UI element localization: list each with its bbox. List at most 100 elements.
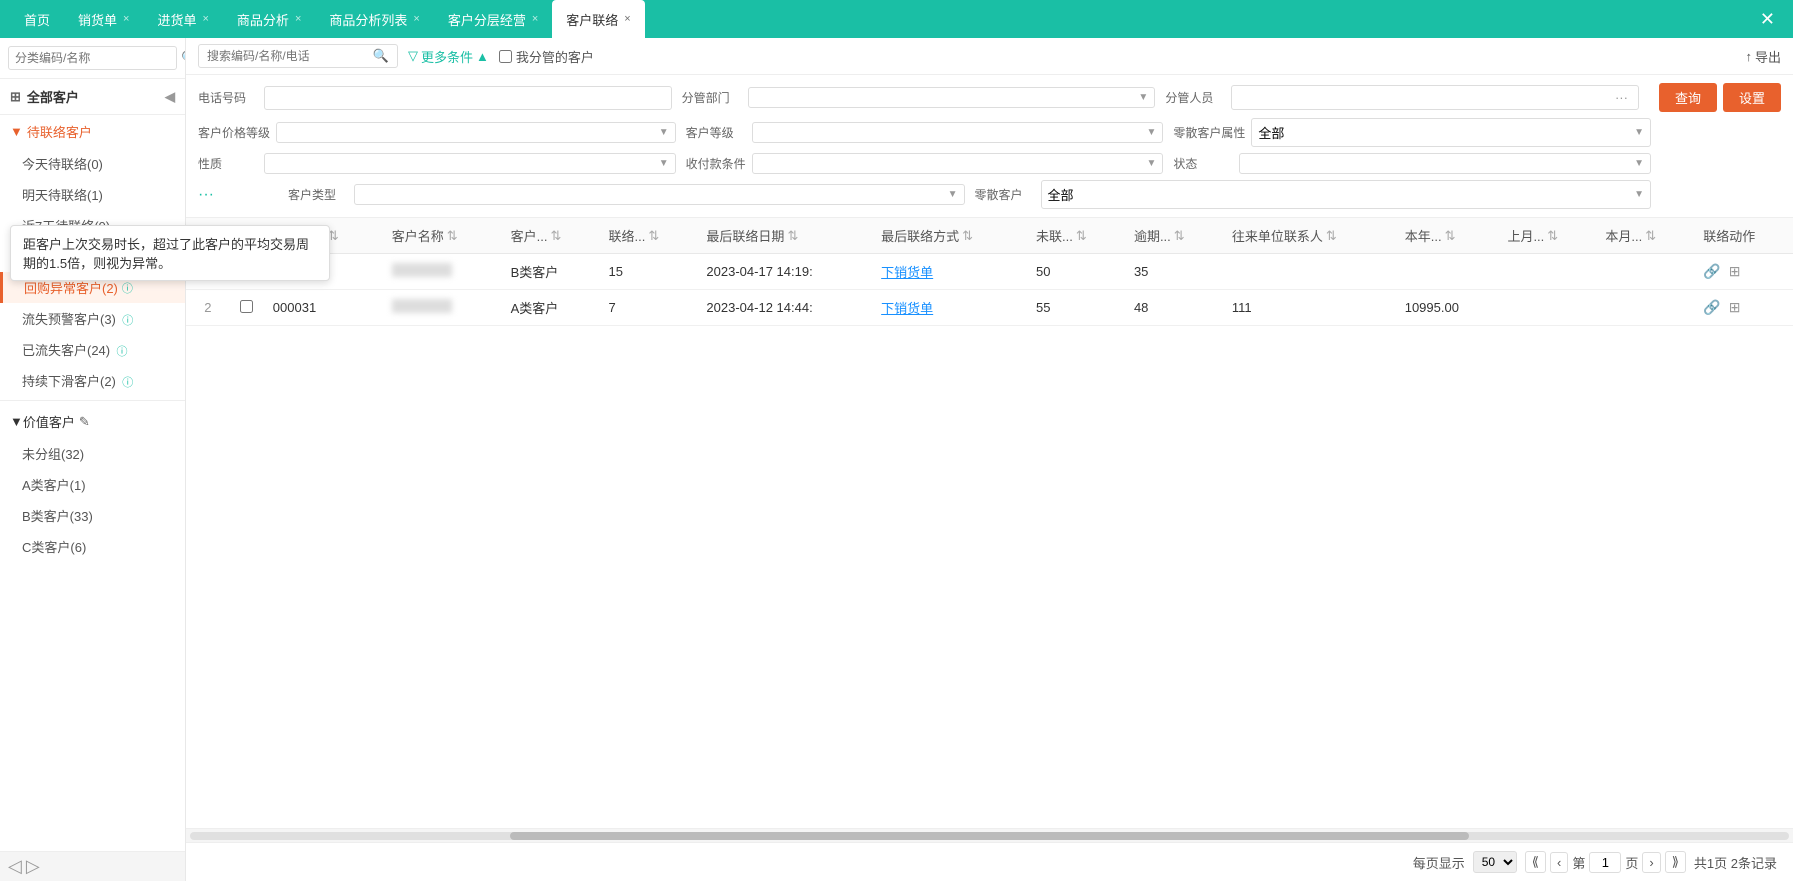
page-number-input[interactable] [1589,852,1621,873]
sidebar-scroll-right[interactable]: ▷ [26,856,40,877]
sidebar-item-today-pending[interactable]: 今天待联络(0) [0,148,185,179]
sidebar-pending-group[interactable]: ▼ 待联络客户 [0,115,185,148]
first-page-button[interactable]: ⟪ [1525,851,1546,873]
value-group-edit-icon[interactable]: ✎ [79,414,90,430]
row-2-link-icon[interactable]: 🔗 [1703,299,1720,316]
nature-select[interactable]: ▼ [264,153,676,174]
lost-warning-info-icon: ⓘ [122,315,133,327]
row-1-link-icon[interactable]: 🔗 [1703,263,1720,280]
nav-product-analysis-close[interactable]: × [295,13,301,25]
prev-page-button[interactable]: ‹ [1550,852,1568,873]
per-page-select[interactable]: 50 [1473,851,1517,873]
sidebar-all-customers-header[interactable]: ⊞ 全部客户 ◀ [0,79,185,115]
sidebar: 🔍 ⊞ 全部客户 ◀ ▼ 待联络客户 今天待联络(0) 明天待联络(1) 近7天… [0,38,186,881]
horizontal-scrollbar[interactable] [186,828,1793,842]
search-box-icon[interactable]: 🔍 [373,48,389,64]
nav-product-analysis-list-close[interactable]: × [413,13,419,25]
sidebar-scroll-left[interactable]: ◁ [8,856,22,877]
next-page-button[interactable]: › [1642,852,1660,873]
query-button[interactable]: 查询 [1659,83,1717,112]
row-method-link-2[interactable]: 下销货单 [881,301,933,316]
row-1-grid-icon[interactable]: ⊞ [1729,263,1741,280]
sidebar-item-a-class[interactable]: A类客户(1) [0,469,185,500]
contact-person-sort-icon[interactable]: ⇅ [1326,228,1337,244]
action-buttons: 查询 设置 [1659,83,1781,112]
col-overdue: 逾期... ⇅ [1124,218,1222,254]
status-select[interactable]: ▼ [1239,153,1651,174]
row-method-1[interactable]: 下销货单 [871,254,1026,290]
export-button[interactable]: ↑ 导出 [1745,47,1781,66]
window-close-button[interactable]: ✕ [1752,9,1783,30]
price-level-label: 客户价格等级 [198,124,270,141]
person-select[interactable]: ··· [1231,85,1639,110]
sidebar-value-group-header[interactable]: ▼ 价值客户 ✎ [0,405,185,438]
customer-level-select[interactable]: ▼ [752,122,1164,143]
nav-customer-segment[interactable]: 客户分层经营 × [434,0,552,38]
contact-sort-icon[interactable]: ⇅ [648,228,659,244]
retail-attr-chevron-icon: ▼ [1634,127,1644,138]
name-sort-icon[interactable]: ⇅ [447,228,458,244]
nav-sales-order-close[interactable]: × [123,13,129,25]
nav-home[interactable]: 首页 [10,0,64,38]
overdue-sort-icon[interactable]: ⇅ [1174,228,1185,244]
nav-purchase-order[interactable]: 进货单 × [143,0,222,38]
col-customer-name: 客户名称 ⇅ [382,218,501,254]
sidebar-item-c-class[interactable]: C类客户(6) [0,531,185,562]
sidebar-item-tomorrow-pending[interactable]: 明天待联络(1) [0,179,185,210]
row-method-2[interactable]: 下销货单 [871,290,1026,326]
my-customers-checkbox[interactable] [499,50,512,63]
filter-cell-dept: 分管部门 ▼ [682,87,1156,108]
nav-customer-contact-close[interactable]: × [624,13,630,25]
repurchase-info-icon: ⓘ [122,280,133,296]
this-month-sort-icon[interactable]: ⇅ [1645,228,1656,244]
row-contact-2: 7 [599,290,697,326]
retail-attr-select[interactable]: 全部 ▼ [1251,118,1651,147]
nav-sales-order[interactable]: 销货单 × [64,0,143,38]
row-contact-1: 15 [599,254,697,290]
more-dots-icon[interactable]: ··· [198,186,214,204]
row-2-name-blurred [392,299,452,313]
filter-row-4: ··· 客户类型 ▼ 零散客户 全部 ▼ [198,180,1781,209]
this-year-sort-icon[interactable]: ⇅ [1445,228,1456,244]
sidebar-item-already-lost[interactable]: 已流失客户(24) ⓘ [0,334,185,365]
not-contacted-sort-icon[interactable]: ⇅ [1076,228,1087,244]
sidebar-item-b-class[interactable]: B类客户(33) [0,500,185,531]
row-2-grid-icon[interactable]: ⊞ [1729,299,1741,316]
sidebar-item-unclassified[interactable]: 未分组(32) [0,438,185,469]
total-info: 共1页 2条记录 [1694,853,1777,872]
dept-select[interactable]: ▼ [748,87,1156,108]
phone-input[interactable] [264,86,672,110]
retail-customer-select[interactable]: 全部 ▼ [1041,180,1652,209]
person-label: 分管人员 [1165,89,1225,106]
payment-select[interactable]: ▼ [752,153,1164,174]
price-level-select[interactable]: ▼ [276,122,676,143]
method-sort-icon[interactable]: ⇅ [962,228,973,244]
person-dots-icon[interactable]: ··· [1611,90,1632,105]
scroll-thumb[interactable] [510,832,1469,840]
type-sort-icon[interactable]: ⇅ [550,228,561,244]
settings-button[interactable]: 设置 [1723,83,1781,112]
row-method-link-1[interactable]: 下销货单 [881,265,933,280]
nav-purchase-order-close[interactable]: × [202,13,208,25]
sidebar-item-lost-warning[interactable]: 流失预警客户(3) ⓘ [0,303,185,334]
sidebar-search-input[interactable] [8,46,177,70]
row-overdue-1: 35 [1124,254,1222,290]
search-input[interactable] [207,49,373,63]
sidebar-collapse-icon[interactable]: ◀ [165,89,175,105]
row-2-checkbox[interactable] [240,300,253,313]
tooltip-box: 距客户上次交易时长，超过了此客户的平均交易周期的1.5倍，则视为异常。 [10,225,330,281]
last-month-sort-icon[interactable]: ⇅ [1547,228,1558,244]
nav-customer-contact[interactable]: 客户联络 × [552,0,644,38]
more-conditions-toggle[interactable]: ▽ 更多条件 ▲ [408,47,489,66]
scroll-track[interactable] [190,832,1789,840]
nav-customer-segment-close[interactable]: × [532,13,538,25]
retail-attr-label: 零散客户属性 [1173,124,1245,141]
pending-arrow-icon: ▼ [10,124,23,139]
nav-product-analysis[interactable]: 商品分析 × [223,0,315,38]
customer-type-select[interactable]: ▼ [354,184,965,205]
col-customer-type: 客户... ⇅ [501,218,599,254]
last-date-sort-icon[interactable]: ⇅ [787,228,798,244]
sidebar-item-declining[interactable]: 持续下滑客户(2) ⓘ [0,365,185,396]
last-page-button[interactable]: ⟫ [1665,851,1686,873]
nav-product-analysis-list[interactable]: 商品分析列表 × [315,0,433,38]
